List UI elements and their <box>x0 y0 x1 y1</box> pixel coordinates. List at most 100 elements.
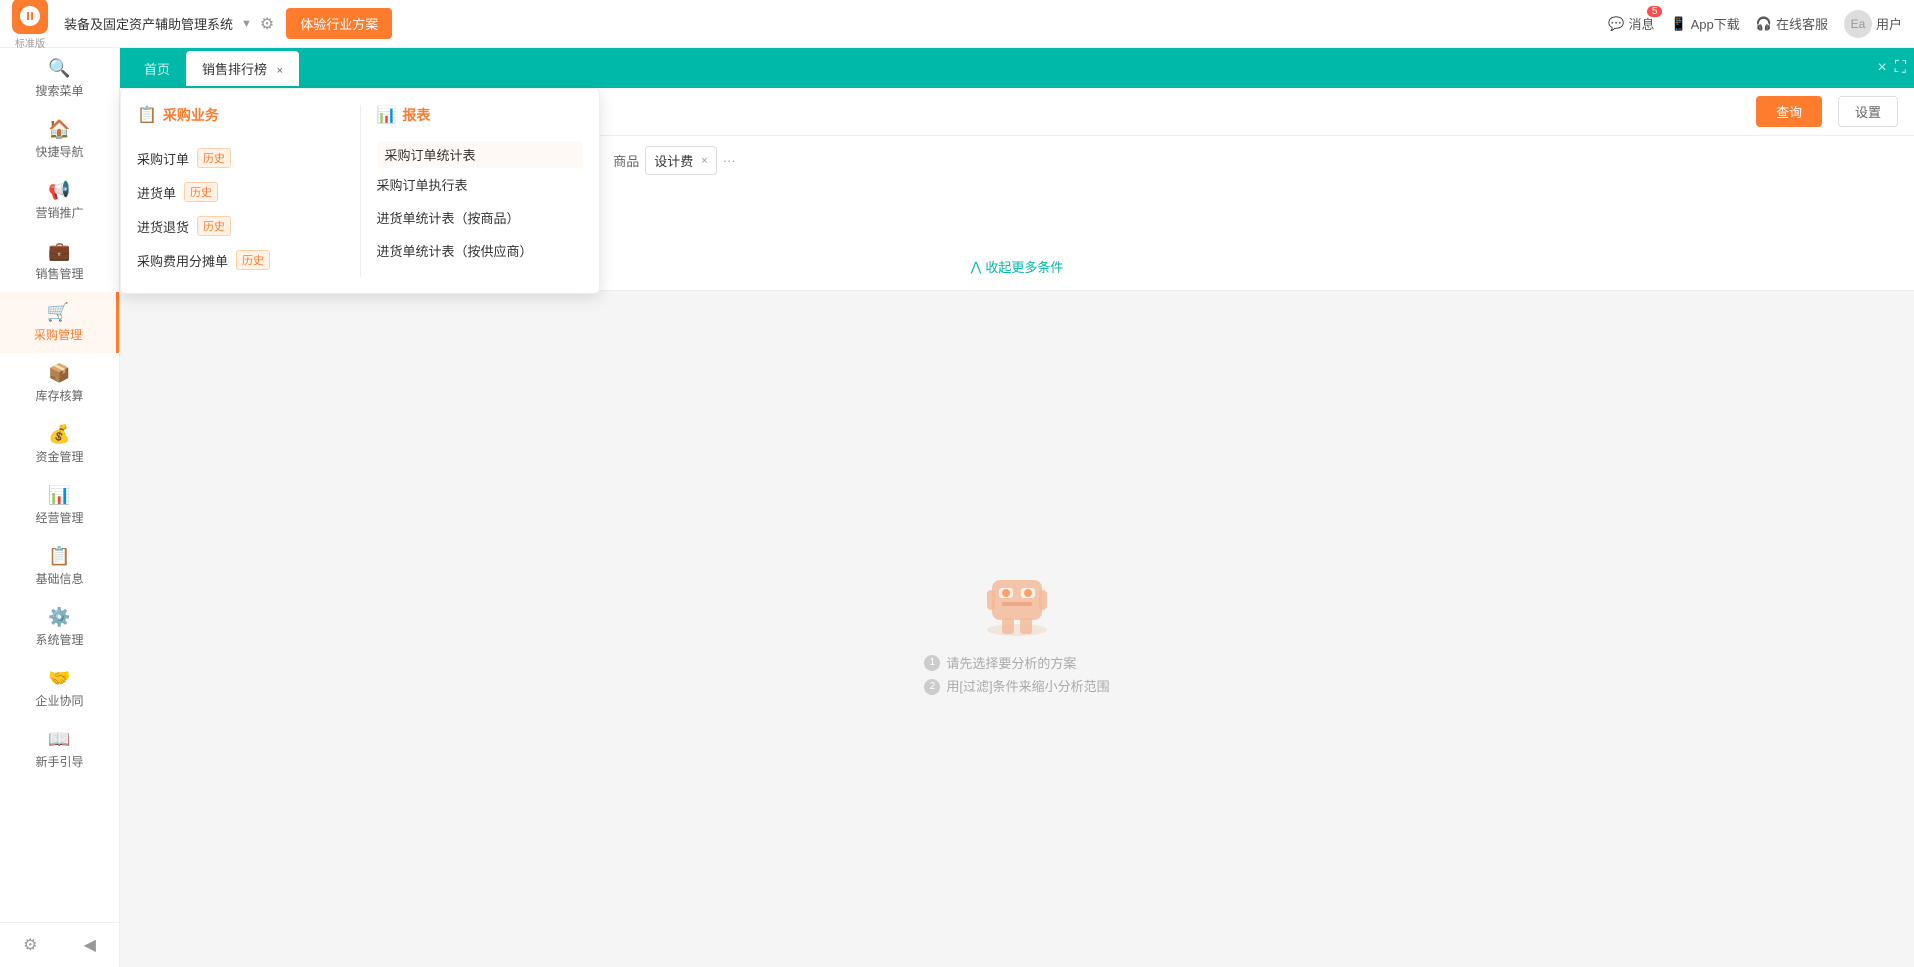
empty-state: 1 请先选择要分析的方案 2 用[过滤]条件来缩小分析范围 <box>924 560 1109 699</box>
settings-btn[interactable]: 设置 <box>1838 96 1898 127</box>
sidebar-item-basic[interactable]: 📋 基础信息 <box>0 536 119 597</box>
empty-illustration <box>967 560 1067 640</box>
purchase-return-item[interactable]: 进货退货 历史 <box>137 209 344 243</box>
tab-sales-rank-label: 销售排行榜 <box>202 62 267 77</box>
headset-icon: 🎧 <box>1756 16 1772 32</box>
sidebar-item-finance[interactable]: 💰 资金管理 <box>0 414 119 475</box>
avatar: Ea <box>1844 10 1872 38</box>
cooperation-icon: 🤝 <box>48 668 70 689</box>
settings-icon[interactable]: ⚙ <box>260 14 274 34</box>
message-btn[interactable]: 💬 消息 5 <box>1608 14 1654 33</box>
sidebar-label-operation: 经营管理 <box>35 509 83 526</box>
report-order-stat-item[interactable]: 采购订单统计表 <box>377 141 584 168</box>
sidebar: 🔍 搜索菜单 🏠 快捷导航 📢 营销推广 💼 销售管理 🛒 采购管理 📦 <box>0 48 120 967</box>
sidebar-item-purchase[interactable]: 🛒 采购管理 <box>0 292 119 353</box>
online-service-label: 在线客服 <box>1776 14 1828 33</box>
sidebar-item-cooperation[interactable]: 🤝 企业协同 <box>0 658 119 719</box>
app-download-btn[interactable]: 📱 App下载 <box>1670 14 1739 33</box>
sidebar-label-basic: 基础信息 <box>35 570 83 587</box>
report-col: 📊 报表 采购订单统计表 采购订单执行表 进货单统计表（按商品） 进货单统计表（… <box>377 105 584 277</box>
sidebar-collapse-icon[interactable]: ◀ <box>84 935 96 955</box>
title-dropdown-icon[interactable]: ▼ <box>241 18 252 30</box>
purchase-receipt-item[interactable]: 进货单 历史 <box>137 175 344 209</box>
purchase-order-history[interactable]: 历史 <box>197 148 231 168</box>
step1-num: 1 <box>924 655 940 671</box>
sidebar-item-inventory[interactable]: 📦 库存核算 <box>0 353 119 414</box>
guide-icon: 📖 <box>48 729 70 750</box>
user-btn[interactable]: Ea 用户 <box>1844 10 1902 38</box>
tab-fullscreen-icon[interactable]: ⛶ <box>1895 59 1906 77</box>
content-body: 1 请先选择要分析的方案 2 用[过滤]条件来缩小分析范围 <box>120 291 1914 967</box>
sidebar-label-home: 快捷导航 <box>35 143 83 160</box>
purchase-col-icon: 📋 <box>137 105 157 125</box>
industry-btn[interactable]: 体验行业方案 <box>286 8 392 39</box>
purchase-order-label: 采购订单 <box>137 149 189 168</box>
report-col-icon: 📊 <box>377 105 397 125</box>
dropdown-divider <box>360 105 361 277</box>
basic-icon: 📋 <box>48 546 70 567</box>
purchase-receipt-history[interactable]: 历史 <box>184 182 218 202</box>
online-service-btn[interactable]: 🎧 在线客服 <box>1756 14 1828 33</box>
purchase-expense-item[interactable]: 采购费用分摊单 历史 <box>137 243 344 277</box>
top-right: 💬 消息 5 📱 App下载 🎧 在线客服 Ea 用户 <box>1608 10 1902 38</box>
marketing-icon: 📢 <box>48 180 70 201</box>
tab-home-label: 首页 <box>144 62 170 77</box>
goods-tag-text: 设计费 <box>654 151 693 170</box>
purchase-order-item[interactable]: 采购订单 历史 <box>137 141 344 175</box>
sidebar-label-inventory: 库存核算 <box>35 387 83 404</box>
purchase-col: 📋 采购业务 采购订单 历史 进货单 历史 进货退货 历史 采购费用分摊单 历史 <box>137 105 344 277</box>
purchase-return-history[interactable]: 历史 <box>197 216 231 236</box>
report-order-exec-label: 采购订单执行表 <box>377 175 468 194</box>
finance-icon: 💰 <box>48 424 70 445</box>
sidebar-label-search: 搜索菜单 <box>35 82 83 99</box>
purchase-col-title: 📋 采购业务 <box>137 105 344 129</box>
report-order-stat-label: 采购订单统计表 <box>385 145 476 164</box>
report-receipt-goods-item[interactable]: 进货单统计表（按商品） <box>377 201 584 234</box>
step2-num: 2 <box>924 679 940 695</box>
purchase-receipt-label: 进货单 <box>137 183 176 202</box>
report-col-title: 📊 报表 <box>377 105 584 129</box>
sidebar-label-finance: 资金管理 <box>35 448 83 465</box>
message-icon: 💬 <box>1608 16 1624 32</box>
sidebar-item-guide[interactable]: 📖 新手引导 <box>0 719 119 780</box>
report-receipt-goods-label: 进货单统计表（按商品） <box>377 208 520 227</box>
app-container: 标准版 装备及固定资产辅助管理系统 ▼ ⚙ 体验行业方案 💬 消息 5 📱 Ap… <box>0 0 1914 967</box>
purchase-col-label: 采购业务 <box>163 105 219 125</box>
sidebar-item-system[interactable]: ⚙️ 系统管理 <box>0 597 119 658</box>
purchase-return-label: 进货退货 <box>137 217 189 236</box>
search-btn[interactable]: 查询 <box>1756 96 1822 127</box>
sales-icon: 💼 <box>48 241 70 262</box>
goods-tag: 设计费 × <box>645 146 716 175</box>
sidebar-item-search[interactable]: 🔍 搜索菜单 <box>0 48 119 109</box>
sidebar-item-home[interactable]: 🏠 快捷导航 <box>0 109 119 170</box>
tab-bar: 首页 销售排行榜 × × ⛶ <box>120 48 1914 88</box>
sidebar-settings-icon[interactable]: ⚙ <box>23 935 37 955</box>
collapse-btn[interactable]: ⋀ 收起更多条件 <box>971 257 1064 276</box>
tab-close-icon[interactable]: × <box>277 65 283 77</box>
home-icon: 🏠 <box>48 119 70 140</box>
phone-icon: 📱 <box>1670 16 1686 32</box>
sidebar-label-system: 系统管理 <box>35 631 83 648</box>
sidebar-item-operation[interactable]: 📊 经营管理 <box>0 475 119 536</box>
goods-filter: 商品 设计费 × ··· <box>613 146 735 175</box>
tab-close-action[interactable]: × <box>1877 59 1886 77</box>
report-receipt-supplier-item[interactable]: 进货单统计表（按供应商） <box>377 234 584 267</box>
goods-label: 商品 <box>613 151 639 170</box>
goods-tag-close[interactable]: × <box>701 155 707 167</box>
sidebar-item-marketing[interactable]: 📢 营销推广 <box>0 170 119 231</box>
sidebar-label-guide: 新手引导 <box>35 753 83 770</box>
logo-area[interactable]: 标准版 <box>12 0 48 50</box>
purchase-expense-history[interactable]: 历史 <box>236 250 270 270</box>
sidebar-bottom: ⚙ ◀ <box>0 922 119 967</box>
goods-more-icon[interactable]: ··· <box>723 153 736 168</box>
tab-home[interactable]: 首页 <box>128 51 186 86</box>
report-order-exec-item[interactable]: 采购订单执行表 <box>377 168 584 201</box>
top-bar: 标准版 装备及固定资产辅助管理系统 ▼ ⚙ 体验行业方案 💬 消息 5 📱 Ap… <box>0 0 1914 48</box>
logo-icon <box>12 0 48 34</box>
report-receipt-supplier-label: 进货单统计表（按供应商） <box>377 241 533 260</box>
tab-sales-rank[interactable]: 销售排行榜 × <box>186 51 299 86</box>
sidebar-item-sales[interactable]: 💼 销售管理 <box>0 231 119 292</box>
system-title: 装备及固定资产辅助管理系统 <box>64 14 233 33</box>
collapse-up-icon: ⋀ <box>971 259 982 275</box>
collapse-label: 收起更多条件 <box>985 257 1063 276</box>
